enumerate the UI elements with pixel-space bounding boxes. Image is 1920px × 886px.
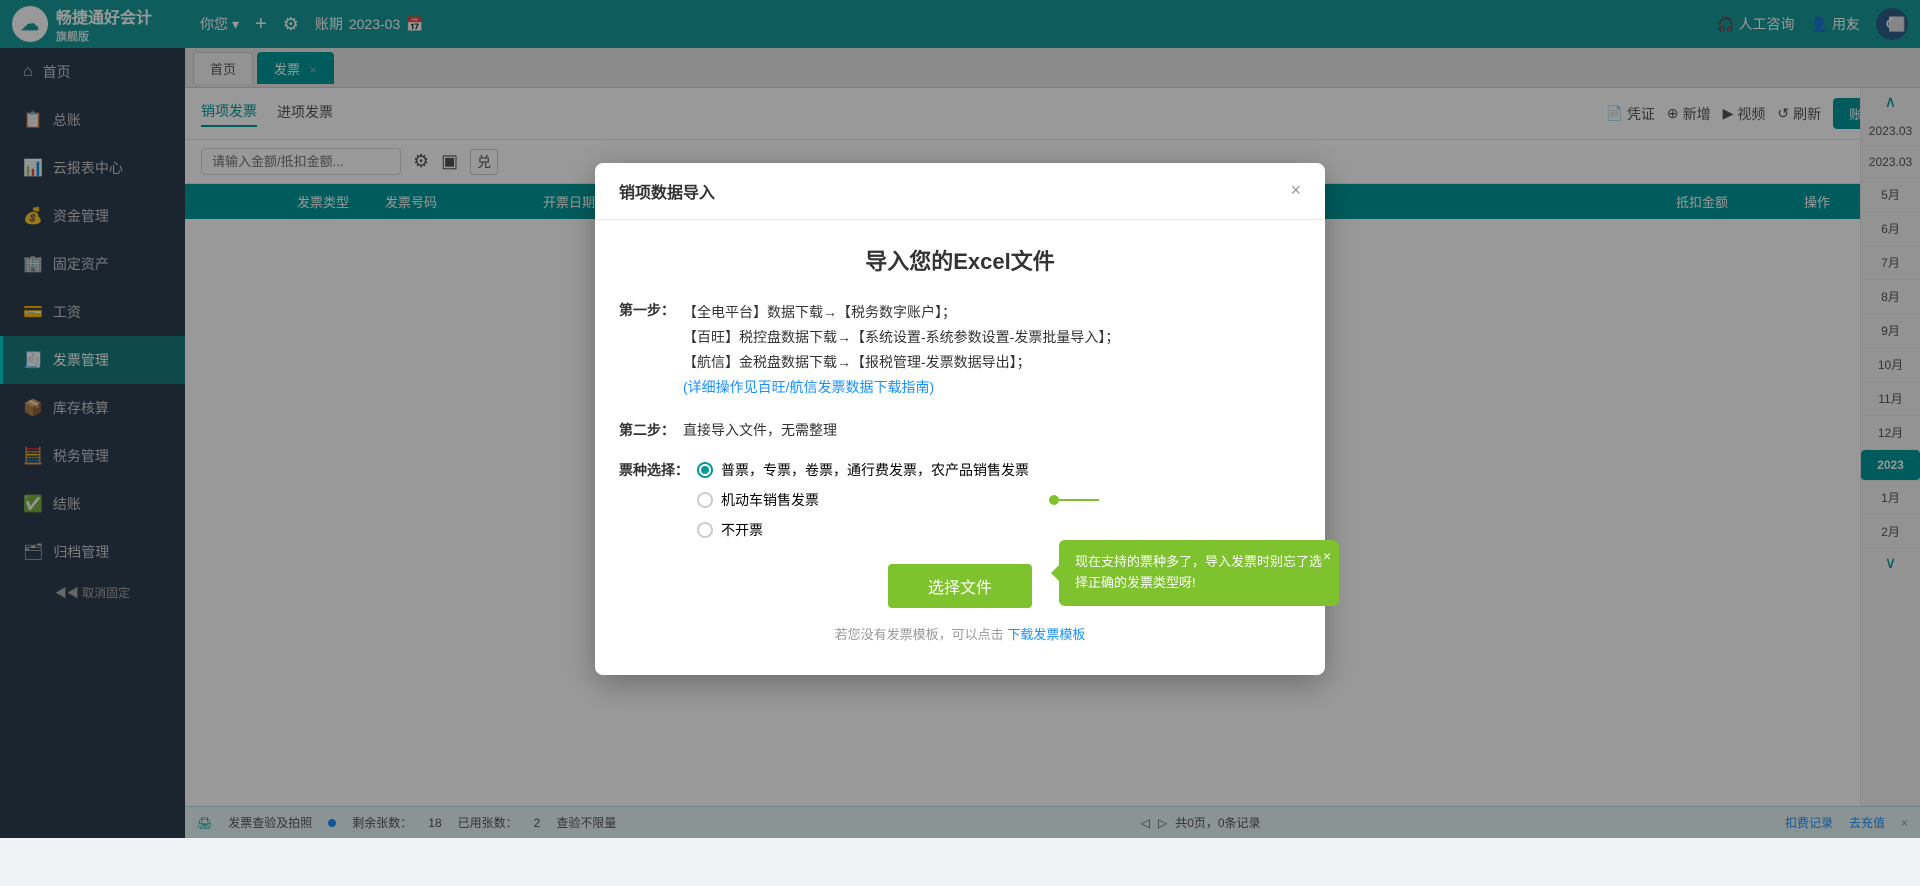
- step2-block: 第二步： 直接导入文件，无需整理: [619, 420, 1301, 440]
- modal-overlay[interactable]: 销项数据导入 × 导入您的Excel文件 第一步： 【全电平台】数据下载→【税务…: [0, 0, 1920, 838]
- radio-2: [697, 492, 713, 508]
- radio-group: 普票，专票，卷票，通行费发票，农产品销售发票 机动车销售发票: [697, 460, 1029, 540]
- download-template-link[interactable]: 下载发票模板: [1007, 627, 1085, 642]
- radio-option-1[interactable]: 普票，专票，卷票，通行费发票，农产品销售发票: [697, 460, 1029, 480]
- select-file-button[interactable]: 选择文件: [888, 564, 1032, 608]
- tooltip-dot: [1049, 495, 1059, 505]
- radio-3: [697, 522, 713, 538]
- modal-main-title: 导入您的Excel文件: [619, 244, 1301, 276]
- step1-content: 【全电平台】数据下载→【税务数字账户】； 【百旺】税控盘数据下载→【系统设置-系…: [683, 300, 1119, 401]
- step2-content: 直接导入文件，无需整理: [683, 420, 837, 440]
- tooltip-line: [1059, 499, 1099, 501]
- radio-option-3[interactable]: 不开票: [697, 520, 1029, 540]
- modal-footer: 若您没有发票模板，可以点击 下载发票模板: [619, 624, 1301, 643]
- modal-close-button[interactable]: ×: [1290, 180, 1301, 201]
- guide-link[interactable]: (详细操作见百旺/航信发票数据下载指南): [683, 379, 934, 395]
- radio-1: [697, 462, 713, 478]
- ticket-label: 票种选择：: [619, 460, 689, 480]
- modal-body: 导入您的Excel文件 第一步： 【全电平台】数据下载→【税务数字账户】； 【百…: [595, 220, 1325, 676]
- ticket-section: 票种选择： 普票，专票，卷票，通行费发票，农产品销售发票 机动车销售发票: [619, 460, 1301, 540]
- tooltip-indicator: [1049, 495, 1099, 505]
- modal-header: 销项数据导入 ×: [595, 163, 1325, 220]
- step2-label: 第二步：: [619, 420, 675, 440]
- radio-option-2[interactable]: 机动车销售发票 × 现在支持的票种多了，导入发票时别忘了选择正确的发票类型呀!: [697, 490, 1029, 510]
- import-modal: 销项数据导入 × 导入您的Excel文件 第一步： 【全电平台】数据下载→【税务…: [595, 163, 1325, 676]
- step1-block: 第一步： 【全电平台】数据下载→【税务数字账户】； 【百旺】税控盘数据下载→【系…: [619, 300, 1301, 401]
- step1-label: 第一步：: [619, 300, 675, 320]
- tooltip-box: × 现在支持的票种多了，导入发票时别忘了选择正确的发票类型呀!: [1059, 540, 1339, 606]
- modal-title: 销项数据导入: [619, 179, 715, 203]
- tooltip-close-button[interactable]: ×: [1323, 548, 1331, 564]
